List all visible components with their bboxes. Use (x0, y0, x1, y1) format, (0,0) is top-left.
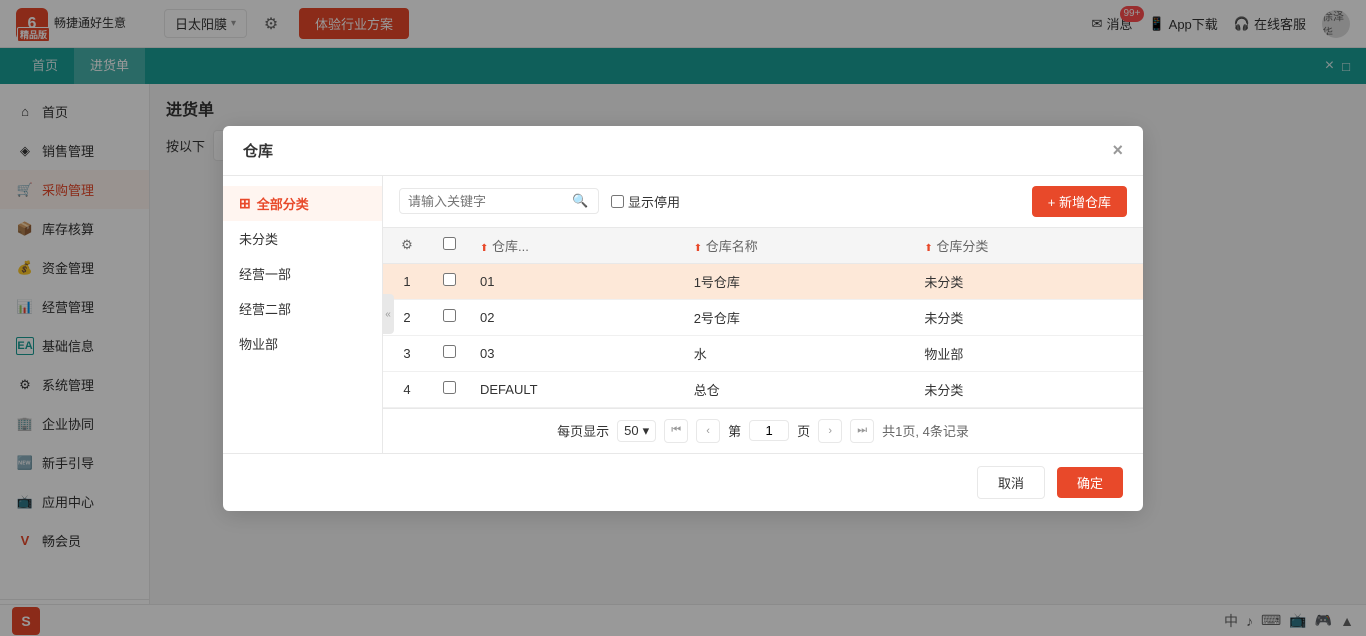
tree-item-property[interactable]: 物业部 (223, 326, 382, 361)
table-row[interactable]: 1 01 1号仓库 未分类 (383, 263, 1143, 299)
row-name-1: 1号仓库 (682, 263, 913, 299)
row-name-3: 水 (682, 335, 913, 371)
sort-icon-code: ⬆ (480, 243, 488, 254)
tree-item-none[interactable]: 未分类 (223, 221, 382, 256)
row-category-4: 未分类 (912, 371, 1143, 407)
modal-close-button[interactable]: × (1112, 140, 1123, 161)
prev-page-button[interactable]: ‹ (696, 419, 720, 443)
row-checkbox-1[interactable] (431, 263, 468, 299)
cancel-button[interactable]: 取消 (977, 466, 1045, 499)
tree-item-dept1[interactable]: 经营一部 (223, 256, 382, 291)
row-num-3: 3 (383, 335, 431, 371)
show-disabled-checkbox[interactable] (611, 195, 624, 208)
th-checkbox (431, 228, 468, 264)
row-category-2: 未分类 (912, 299, 1143, 335)
row-checkbox-3[interactable] (431, 335, 468, 371)
th-settings: ⚙ (383, 228, 431, 264)
table-row[interactable]: 4 DEFAULT 总仓 未分类 (383, 371, 1143, 407)
row-code-2: 02 (468, 299, 682, 335)
row-name-2: 2号仓库 (682, 299, 913, 335)
table-row[interactable]: 3 03 水 物业部 (383, 335, 1143, 371)
row-code-3: 03 (468, 335, 682, 371)
table-container: ⚙ ⬆ 仓库... ⬆ (383, 228, 1143, 408)
th-code: ⬆ 仓库... (468, 228, 682, 264)
pagination: 每页显示 50 ▾ ⏮ ‹ 第 页 › ⏭ 共1页, 4条记录 (383, 408, 1143, 453)
search-icon[interactable]: 🔍 (572, 193, 588, 209)
tree-item-dept2[interactable]: 经营二部 (223, 291, 382, 326)
row-name-4: 总仓 (682, 371, 913, 407)
add-warehouse-button[interactable]: + 新增仓库 (1032, 186, 1127, 217)
confirm-button[interactable]: 确定 (1057, 467, 1123, 498)
warehouse-table: ⚙ ⬆ 仓库... ⬆ (383, 228, 1143, 408)
sort-icon-cat: ⬆ (924, 243, 932, 254)
search-input[interactable] (408, 194, 568, 209)
sort-icon-name: ⬆ (694, 243, 702, 254)
category-tree: ⊞ 全部分类 未分类 经营一部 经营二部 物业部 « (223, 176, 383, 453)
modal-title: 仓库 (243, 140, 273, 161)
row-checkbox-2[interactable] (431, 299, 468, 335)
row-code-4: DEFAULT (468, 371, 682, 407)
row-category-1: 未分类 (912, 263, 1143, 299)
modal-body: ⊞ 全部分类 未分类 经营一部 经营二部 物业部 « (223, 176, 1143, 453)
table-header: ⚙ ⬆ 仓库... ⬆ (383, 228, 1143, 264)
next-page-button[interactable]: › (818, 419, 842, 443)
row-num-4: 4 (383, 371, 431, 407)
modal-overlay: 仓库 × ⊞ 全部分类 未分类 经营一部 经营二部 (0, 0, 1366, 636)
table-body: 1 01 1号仓库 未分类 2 02 2号仓库 (383, 263, 1143, 407)
warehouse-modal: 仓库 × ⊞ 全部分类 未分类 经营一部 经营二部 (223, 126, 1143, 511)
table-toolbar: 🔍 显示停用 + 新增仓库 (383, 176, 1143, 228)
tree-item-all[interactable]: ⊞ 全部分类 (223, 186, 382, 221)
select-all-checkbox[interactable] (443, 237, 456, 250)
last-page-button[interactable]: ⏭ (850, 419, 874, 443)
row-checkbox-4[interactable] (431, 371, 468, 407)
grid-icon: ⊞ (239, 195, 251, 212)
first-page-button[interactable]: ⏮ (664, 419, 688, 443)
search-box: 🔍 (399, 188, 599, 214)
page-number-input[interactable] (749, 420, 789, 441)
row-category-3: 物业部 (912, 335, 1143, 371)
table-row[interactable]: 2 02 2号仓库 未分类 (383, 299, 1143, 335)
row-code-1: 01 (468, 263, 682, 299)
modal-header: 仓库 × (223, 126, 1143, 176)
per-page-select[interactable]: 50 ▾ (617, 420, 656, 442)
tree-collapse-button[interactable]: « (382, 294, 394, 334)
modal-footer: 取消 确定 (223, 453, 1143, 511)
settings-col-icon: ⚙ (401, 237, 413, 252)
th-name: ⬆ 仓库名称 (682, 228, 913, 264)
table-area: 🔍 显示停用 + 新增仓库 ⚙ (383, 176, 1143, 453)
show-disabled-label[interactable]: 显示停用 (611, 192, 680, 211)
th-category: ⬆ 仓库分类 (912, 228, 1143, 264)
chevron-down-icon: ▾ (643, 423, 650, 439)
